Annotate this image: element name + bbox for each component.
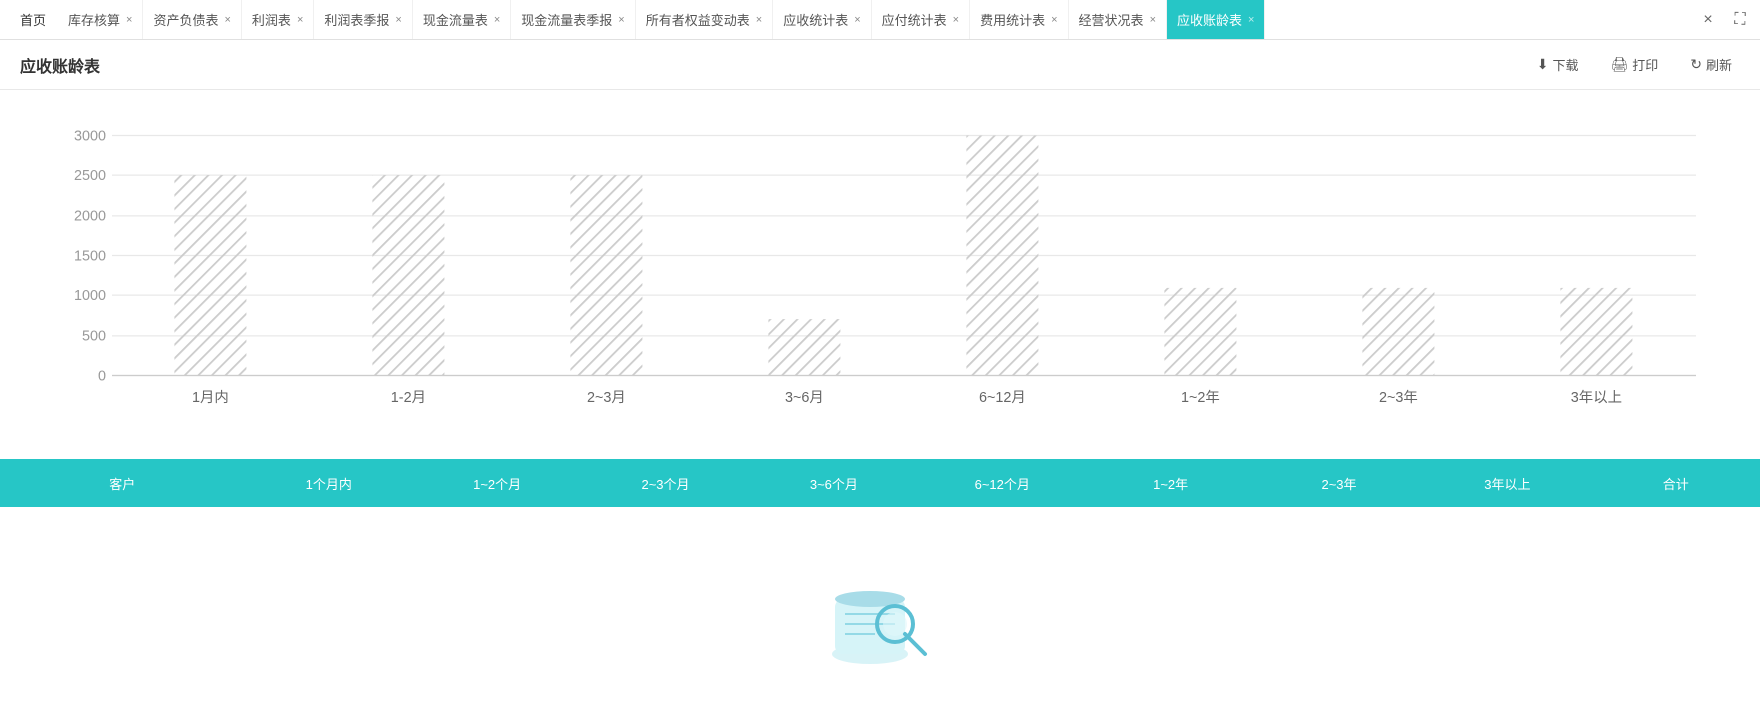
tab-equity[interactable]: 所有者权益变动表 × bbox=[636, 0, 773, 40]
tab-profit-quarterly-close[interactable]: × bbox=[395, 14, 401, 26]
print-button[interactable]: 🖨 打印 bbox=[1602, 51, 1666, 78]
svg-text:3年以上: 3年以上 bbox=[1571, 389, 1622, 406]
th-1-2month: 1~2个月 bbox=[413, 474, 581, 493]
svg-text:0: 0 bbox=[98, 368, 106, 384]
tab-ar-aging-close[interactable]: × bbox=[1248, 14, 1254, 26]
maximize-button[interactable]: ⛶ bbox=[1728, 8, 1752, 32]
th-3-6month: 3~6个月 bbox=[750, 474, 918, 493]
bar-1-2年 bbox=[1164, 288, 1236, 376]
tab-cashflow-close[interactable]: × bbox=[494, 14, 500, 26]
page-title: 应收账龄表 bbox=[20, 53, 100, 77]
bar-1月内 bbox=[174, 175, 246, 375]
tab-profit-label: 利润表 bbox=[252, 10, 291, 29]
th-3year-plus: 3年以上 bbox=[1423, 474, 1591, 493]
tab-profit-quarterly-label: 利润表季报 bbox=[324, 10, 389, 29]
empty-illustration bbox=[815, 559, 945, 669]
tab-cashflow-label: 现金流量表 bbox=[423, 10, 488, 29]
tab-inventory[interactable]: 库存核算 × bbox=[58, 0, 143, 40]
download-label: 下载 bbox=[1552, 55, 1578, 74]
svg-text:6~12月: 6~12月 bbox=[979, 390, 1026, 406]
tab-equity-close[interactable]: × bbox=[756, 14, 762, 26]
tab-ap-stat[interactable]: 应付统计表 × bbox=[872, 0, 970, 40]
tab-balance[interactable]: 资产负债表 × bbox=[143, 0, 241, 40]
tab-operation-label: 经营状况表 bbox=[1079, 10, 1144, 29]
svg-text:3000: 3000 bbox=[74, 128, 106, 144]
th-6-12month: 6~12个月 bbox=[918, 474, 1086, 493]
bar-1-2月 bbox=[372, 175, 444, 375]
svg-text:1500: 1500 bbox=[74, 248, 106, 264]
svg-text:2~3年: 2~3年 bbox=[1379, 389, 1418, 406]
tab-ar-aging-label: 应收账龄表 bbox=[1177, 10, 1242, 29]
tab-operation-close[interactable]: × bbox=[1150, 14, 1156, 26]
download-button[interactable]: ⬇ 下载 bbox=[1529, 51, 1587, 78]
svg-text:1000: 1000 bbox=[74, 288, 106, 304]
th-2-3month: 2~3个月 bbox=[581, 474, 749, 493]
empty-state bbox=[0, 507, 1760, 720]
tab-cashflow-quarterly-close[interactable]: × bbox=[618, 14, 624, 26]
svg-text:2~3月: 2~3月 bbox=[587, 390, 626, 406]
refresh-icon: ↻ bbox=[1690, 56, 1702, 73]
bar-3年以上 bbox=[1560, 288, 1632, 376]
tab-home[interactable]: 首页 bbox=[8, 0, 58, 40]
tab-inventory-close[interactable]: × bbox=[126, 14, 132, 26]
svg-text:2500: 2500 bbox=[74, 168, 106, 184]
page-header: 应收账龄表 ⬇ 下载 🖨 打印 ↻ 刷新 bbox=[0, 40, 1760, 90]
tab-inventory-label: 库存核算 bbox=[68, 10, 120, 29]
tab-expense-stat-label: 费用统计表 bbox=[980, 10, 1045, 29]
tab-cashflow[interactable]: 现金流量表 × bbox=[413, 0, 511, 40]
tab-ar-stat-label: 应收统计表 bbox=[783, 10, 848, 29]
refresh-button[interactable]: ↻ 刷新 bbox=[1682, 51, 1740, 78]
svg-text:1-2月: 1-2月 bbox=[391, 390, 426, 406]
tab-bar: 首页 库存核算 × 资产负债表 × 利润表 × 利润表季报 × 现金流量表 × … bbox=[0, 0, 1760, 40]
svg-text:1月内: 1月内 bbox=[192, 389, 229, 406]
tab-profit-quarterly[interactable]: 利润表季报 × bbox=[314, 0, 412, 40]
th-total: 合计 bbox=[1592, 474, 1760, 493]
print-icon: 🖨 bbox=[1610, 56, 1628, 73]
tab-balance-label: 资产负债表 bbox=[153, 10, 218, 29]
tab-ar-aging[interactable]: 应收账龄表 × bbox=[1167, 0, 1265, 40]
bar-2-3年 bbox=[1362, 288, 1434, 376]
tab-equity-label: 所有者权益变动表 bbox=[646, 10, 750, 29]
page-actions: ⬇ 下载 🖨 打印 ↻ 刷新 bbox=[1529, 51, 1740, 78]
th-1-2year: 1~2年 bbox=[1086, 474, 1254, 493]
tab-expense-stat-close[interactable]: × bbox=[1051, 14, 1057, 26]
print-label: 打印 bbox=[1632, 55, 1658, 74]
svg-text:2000: 2000 bbox=[74, 209, 106, 225]
close-button[interactable]: × bbox=[1696, 8, 1720, 32]
tab-expense-stat[interactable]: 费用统计表 × bbox=[970, 0, 1068, 40]
th-1month: 1个月内 bbox=[245, 474, 413, 493]
tab-ap-stat-label: 应付统计表 bbox=[882, 10, 947, 29]
chart-area: 3000 2500 2000 1500 1000 500 0 1月内 1-2月 … bbox=[0, 90, 1760, 459]
window-controls: × ⛶ bbox=[1696, 8, 1752, 32]
download-icon: ⬇ bbox=[1537, 56, 1549, 73]
refresh-label: 刷新 bbox=[1706, 55, 1732, 74]
bar-2-3月 bbox=[570, 175, 642, 375]
bar-chart: 3000 2500 2000 1500 1000 500 0 1月内 1-2月 … bbox=[40, 110, 1720, 449]
th-customer: 客户 bbox=[0, 474, 245, 493]
tab-profit[interactable]: 利润表 × bbox=[242, 0, 314, 40]
th-2-3year: 2~3年 bbox=[1255, 474, 1423, 493]
tab-balance-close[interactable]: × bbox=[224, 14, 230, 26]
svg-text:3~6月: 3~6月 bbox=[785, 390, 824, 406]
tab-ap-stat-close[interactable]: × bbox=[953, 14, 959, 26]
table-header: 客户 1个月内 1~2个月 2~3个月 3~6个月 6~12个月 1~2年 2~… bbox=[0, 459, 1760, 507]
tab-profit-close[interactable]: × bbox=[297, 14, 303, 26]
main-content: 3000 2500 2000 1500 1000 500 0 1月内 1-2月 … bbox=[0, 90, 1760, 720]
tab-operation[interactable]: 经营状况表 × bbox=[1069, 0, 1167, 40]
tab-ar-stat[interactable]: 应收统计表 × bbox=[773, 0, 871, 40]
tab-ar-stat-close[interactable]: × bbox=[854, 14, 860, 26]
tab-home-label: 首页 bbox=[20, 10, 46, 29]
svg-text:1~2年: 1~2年 bbox=[1181, 389, 1220, 406]
tab-cashflow-quarterly-label: 现金流量表季报 bbox=[521, 10, 612, 29]
svg-text:500: 500 bbox=[82, 329, 106, 345]
tab-cashflow-quarterly[interactable]: 现金流量表季报 × bbox=[511, 0, 635, 40]
bar-6-12月 bbox=[966, 136, 1038, 376]
bar-3-6月 bbox=[768, 319, 840, 375]
